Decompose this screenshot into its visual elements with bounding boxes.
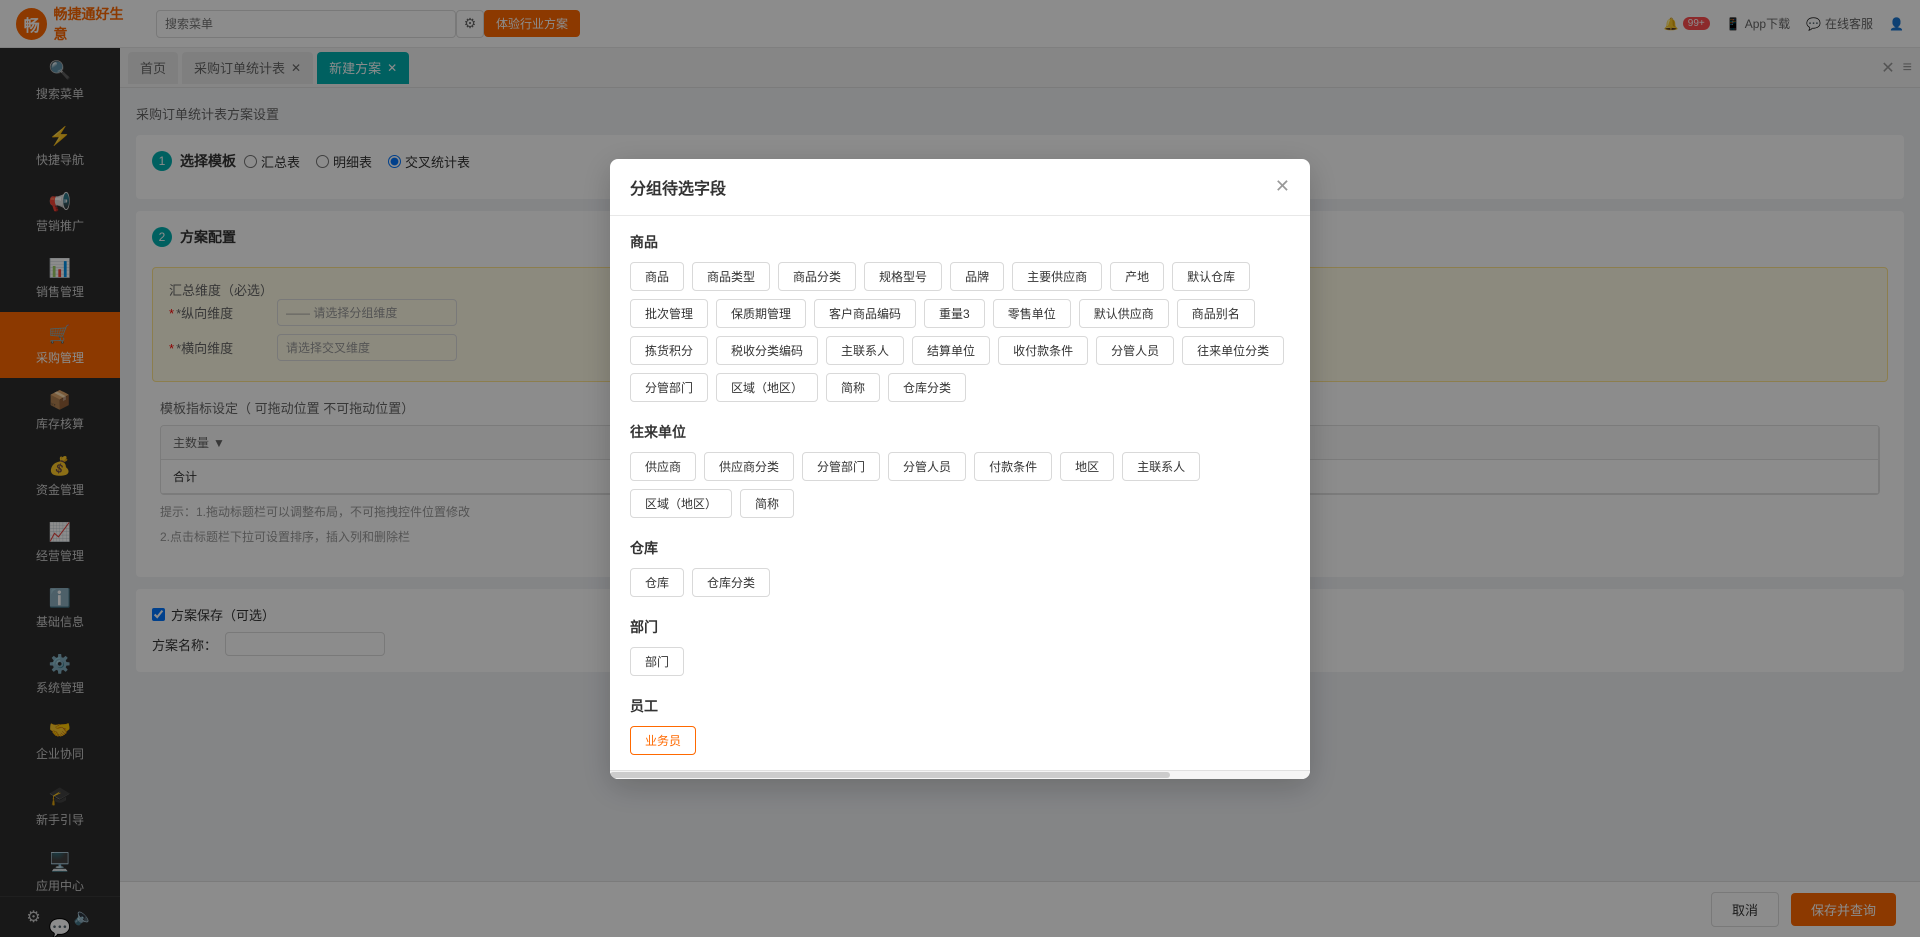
field-group-员工: 员工业务员 bbox=[630, 696, 1290, 755]
field-chip[interactable]: 分管人员 bbox=[888, 452, 966, 481]
field-chip[interactable]: 往来单位分类 bbox=[1182, 336, 1284, 365]
modal: 分组待选字段 ✕ 商品商品商品类型商品分类规格型号品牌主要供应商产地默认仓库批次… bbox=[610, 159, 1310, 779]
field-chip[interactable]: 区域（地区） bbox=[630, 489, 732, 518]
field-chips-往来单位: 供应商供应商分类分管部门分管人员付款条件地区主联系人区域（地区） 简称 bbox=[630, 452, 1290, 518]
field-group-仓库: 仓库仓库仓库分类 bbox=[630, 538, 1290, 597]
modal-title: 分组待选字段 bbox=[630, 175, 726, 199]
field-chip[interactable]: 仓库分类 bbox=[888, 373, 966, 402]
field-chip[interactable]: 客户商品编码 bbox=[814, 299, 916, 328]
field-chip[interactable]: 区域（地区） bbox=[716, 373, 818, 402]
field-chip[interactable]: 主联系人 bbox=[826, 336, 904, 365]
field-chip[interactable]: 重量3 bbox=[924, 299, 985, 328]
field-group-title: 部门 bbox=[630, 617, 1290, 637]
field-group-title: 商品 bbox=[630, 232, 1290, 252]
field-group-title: 往来单位 bbox=[630, 422, 1290, 442]
field-chips-商品: 商品商品类型商品分类规格型号品牌主要供应商产地默认仓库批次管理保质期管理客户商品… bbox=[630, 262, 1290, 402]
field-chip[interactable]: 商品类型 bbox=[692, 262, 770, 291]
modal-scrollbar-thumb bbox=[610, 772, 1170, 778]
field-chip[interactable]: 规格型号 bbox=[864, 262, 942, 291]
field-chip[interactable]: 供应商分类 bbox=[704, 452, 794, 481]
field-chip[interactable]: 仓库分类 bbox=[692, 568, 770, 597]
field-chip[interactable]: 主要供应商 bbox=[1012, 262, 1102, 291]
field-chip[interactable]: 分管人员 bbox=[1096, 336, 1174, 365]
field-chip[interactable]: 品牌 bbox=[950, 262, 1004, 291]
field-chip[interactable]: 产地 bbox=[1110, 262, 1164, 291]
modal-groups: 商品商品商品类型商品分类规格型号品牌主要供应商产地默认仓库批次管理保质期管理客户… bbox=[630, 232, 1290, 770]
field-chip[interactable]: 地区 bbox=[1060, 452, 1114, 481]
modal-overlay[interactable]: 分组待选字段 ✕ 商品商品商品类型商品分类规格型号品牌主要供应商产地默认仓库批次… bbox=[0, 0, 1920, 937]
field-chips-部门: 部门 bbox=[630, 647, 1290, 676]
field-chip[interactable]: 批次管理 bbox=[630, 299, 708, 328]
field-group-商品: 商品商品商品类型商品分类规格型号品牌主要供应商产地默认仓库批次管理保质期管理客户… bbox=[630, 232, 1290, 402]
field-group-往来单位: 往来单位供应商供应商分类分管部门分管人员付款条件地区主联系人区域（地区） 简称 bbox=[630, 422, 1290, 518]
field-chip[interactable]: 零售单位 bbox=[993, 299, 1071, 328]
field-chip[interactable]: 拣货积分 bbox=[630, 336, 708, 365]
field-chip[interactable]: 默认仓库 bbox=[1172, 262, 1250, 291]
field-chip[interactable]: 商品 bbox=[630, 262, 684, 291]
field-chip[interactable]: 商品别名 bbox=[1177, 299, 1255, 328]
modal-header: 分组待选字段 ✕ bbox=[610, 159, 1310, 216]
field-chip[interactable]: 分管部门 bbox=[802, 452, 880, 481]
field-chip[interactable]: 付款条件 bbox=[974, 452, 1052, 481]
field-chip[interactable]: 仓库 bbox=[630, 568, 684, 597]
field-chip[interactable]: 主联系人 bbox=[1122, 452, 1200, 481]
field-group-部门: 部门部门 bbox=[630, 617, 1290, 676]
field-chip[interactable]: 供应商 bbox=[630, 452, 696, 481]
field-chips-仓库: 仓库仓库分类 bbox=[630, 568, 1290, 597]
field-chip[interactable]: 分管部门 bbox=[630, 373, 708, 402]
field-chip[interactable]: 简称 bbox=[740, 489, 794, 518]
modal-body: 商品商品商品类型商品分类规格型号品牌主要供应商产地默认仓库批次管理保质期管理客户… bbox=[610, 216, 1310, 770]
modal-close-icon[interactable]: ✕ bbox=[1275, 176, 1290, 197]
field-chip[interactable]: 结算单位 bbox=[912, 336, 990, 365]
modal-horizontal-scrollbar[interactable] bbox=[610, 770, 1310, 779]
field-chip[interactable]: 默认供应商 bbox=[1079, 299, 1169, 328]
field-chip[interactable]: 业务员 bbox=[630, 726, 696, 755]
field-group-title: 员工 bbox=[630, 696, 1290, 716]
field-chip[interactable]: 简称 bbox=[826, 373, 880, 402]
field-group-title: 仓库 bbox=[630, 538, 1290, 558]
field-chip[interactable]: 保质期管理 bbox=[716, 299, 806, 328]
field-chip[interactable]: 收付款条件 bbox=[998, 336, 1088, 365]
field-chip[interactable]: 部门 bbox=[630, 647, 684, 676]
field-chip[interactable]: 商品分类 bbox=[778, 262, 856, 291]
field-chip[interactable]: 税收分类编码 bbox=[716, 336, 818, 365]
field-chips-员工: 业务员 bbox=[630, 726, 1290, 755]
